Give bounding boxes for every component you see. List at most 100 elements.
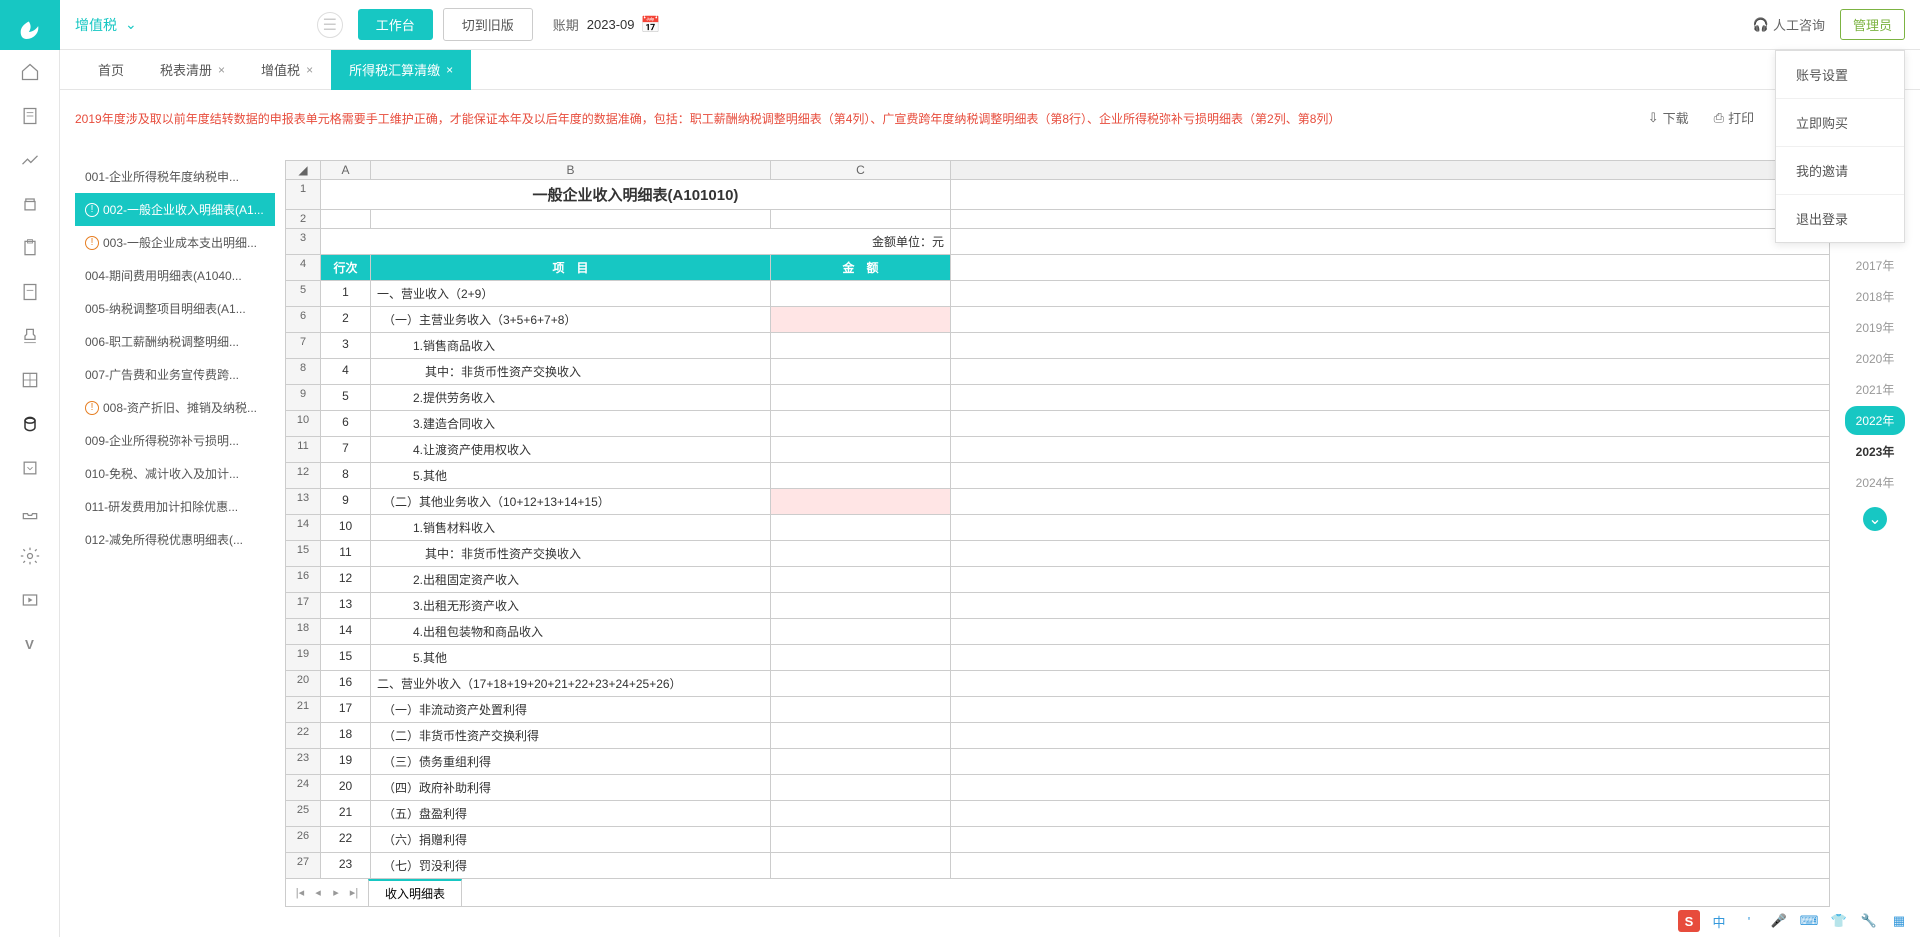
form-list-item[interactable]: 005-纳税调整项目明细表(A1... bbox=[75, 292, 275, 325]
year-item[interactable]: 2019年 bbox=[1845, 313, 1905, 342]
cell[interactable] bbox=[771, 697, 951, 722]
cell[interactable]: （一）主营业务收入（3+5+6+7+8） bbox=[371, 307, 771, 332]
cell[interactable] bbox=[771, 853, 951, 878]
col-corner[interactable]: ◢ bbox=[286, 161, 321, 179]
cell[interactable] bbox=[771, 385, 951, 410]
year-item[interactable]: 2018年 bbox=[1845, 282, 1905, 311]
cell[interactable]: 一、营业收入（2+9） bbox=[371, 281, 771, 306]
cell[interactable] bbox=[771, 619, 951, 644]
row-header[interactable]: 16 bbox=[286, 567, 321, 592]
row-header[interactable]: 22 bbox=[286, 723, 321, 748]
sheet-next-icon[interactable]: ▸ bbox=[328, 886, 344, 899]
cell[interactable]: 二、营业外收入（17+18+19+20+21+22+23+24+25+26） bbox=[371, 671, 771, 696]
row-header[interactable]: 25 bbox=[286, 801, 321, 826]
cell[interactable]: 18 bbox=[321, 723, 371, 748]
cell[interactable]: 行次 bbox=[321, 255, 371, 280]
cell[interactable]: （六）捐赠利得 bbox=[371, 827, 771, 852]
cell[interactable]: 23 bbox=[321, 853, 371, 878]
cell[interactable] bbox=[321, 210, 371, 228]
cell[interactable]: 19 bbox=[321, 749, 371, 774]
cell[interactable]: （二）非货币性资产交换利得 bbox=[371, 723, 771, 748]
sheet-last-icon[interactable]: ▸| bbox=[346, 886, 362, 899]
cell[interactable]: 4.让渡资产使用权收入 bbox=[371, 437, 771, 462]
list-icon[interactable]: ☰ bbox=[317, 12, 343, 38]
print-button[interactable]: ⎙打印 bbox=[1714, 108, 1754, 127]
year-item[interactable]: 2017年 bbox=[1845, 251, 1905, 280]
nav-v-icon[interactable]: V bbox=[0, 622, 60, 666]
row-header[interactable]: 11 bbox=[286, 437, 321, 462]
form-list-item[interactable]: 012-减免所得税优惠明细表(... bbox=[75, 523, 275, 556]
year-expand-icon[interactable]: ⌄ bbox=[1863, 507, 1887, 531]
row-header[interactable]: 9 bbox=[286, 385, 321, 410]
cell[interactable] bbox=[771, 671, 951, 696]
cell[interactable]: 11 bbox=[321, 541, 371, 566]
cell[interactable] bbox=[771, 749, 951, 774]
cell[interactable]: 2.提供劳务收入 bbox=[371, 385, 771, 410]
cell[interactable] bbox=[771, 307, 951, 332]
tab-tax-list[interactable]: 税表清册× bbox=[142, 50, 243, 90]
cell[interactable]: 3.建造合同收入 bbox=[371, 411, 771, 436]
year-item[interactable]: 2022年 bbox=[1845, 406, 1905, 435]
cell[interactable] bbox=[771, 645, 951, 670]
nav-settings-icon[interactable] bbox=[0, 534, 60, 578]
cell[interactable]: 3.出租无形资产收入 bbox=[371, 593, 771, 618]
cell[interactable]: （四）政府补助利得 bbox=[371, 775, 771, 800]
cell[interactable]: 6 bbox=[321, 411, 371, 436]
close-icon[interactable]: × bbox=[218, 63, 225, 77]
col-header-a[interactable]: A bbox=[321, 161, 371, 179]
cell[interactable] bbox=[771, 489, 951, 514]
form-list-item[interactable]: 011-研发费用加计扣除优惠... bbox=[75, 490, 275, 523]
nav-video-icon[interactable] bbox=[0, 578, 60, 622]
tab-income-tax[interactable]: 所得税汇算清缴× bbox=[331, 50, 471, 90]
cell[interactable]: 2.出租固定资产收入 bbox=[371, 567, 771, 592]
cell[interactable]: 13 bbox=[321, 593, 371, 618]
row-header[interactable]: 17 bbox=[286, 593, 321, 618]
cell[interactable] bbox=[771, 411, 951, 436]
period-value[interactable]: 2023-09 bbox=[587, 17, 635, 32]
year-item[interactable]: 2020年 bbox=[1845, 344, 1905, 373]
nav-doc-icon[interactable] bbox=[0, 94, 60, 138]
cell[interactable]: 1.销售材料收入 bbox=[371, 515, 771, 540]
cell[interactable]: 10 bbox=[321, 515, 371, 540]
cell[interactable]: 其中：非货币性资产交换收入 bbox=[371, 359, 771, 384]
sheet-body[interactable]: 1一般企业收入明细表(A101010)23金额单位：元4行次项 目金 额51一、… bbox=[286, 180, 1829, 878]
sheet-tab[interactable]: 收入明细表 bbox=[368, 879, 462, 906]
row-header[interactable]: 4 bbox=[286, 255, 321, 280]
row-header[interactable]: 14 bbox=[286, 515, 321, 540]
row-header[interactable]: 7 bbox=[286, 333, 321, 358]
workspace-button[interactable]: 工作台 bbox=[358, 9, 433, 40]
cell[interactable]: （三）债务重组利得 bbox=[371, 749, 771, 774]
admin-menu-item[interactable]: 我的邀请 bbox=[1776, 147, 1904, 195]
cell[interactable]: 17 bbox=[321, 697, 371, 722]
ime-skin-icon[interactable]: 👕 bbox=[1828, 910, 1850, 932]
row-header[interactable]: 2 bbox=[286, 210, 321, 228]
row-header[interactable]: 3 bbox=[286, 229, 321, 254]
cell[interactable]: 4.出租包装物和商品收入 bbox=[371, 619, 771, 644]
form-list-item[interactable]: 007-广告费和业务宣传费跨... bbox=[75, 358, 275, 391]
col-header-b[interactable]: B bbox=[371, 161, 771, 179]
form-list-item[interactable]: 004-期间费用明细表(A1040... bbox=[75, 259, 275, 292]
row-header[interactable]: 1 bbox=[286, 180, 321, 209]
row-header[interactable]: 15 bbox=[286, 541, 321, 566]
year-item[interactable]: 2021年 bbox=[1845, 375, 1905, 404]
row-header[interactable]: 24 bbox=[286, 775, 321, 800]
ime-tool-icon[interactable]: 🔧 bbox=[1858, 910, 1880, 932]
form-list-item[interactable]: !008-资产折旧、摊销及纳税... bbox=[75, 391, 275, 424]
row-header[interactable]: 5 bbox=[286, 281, 321, 306]
nav-calc-icon[interactable] bbox=[0, 270, 60, 314]
row-header[interactable]: 12 bbox=[286, 463, 321, 488]
cell[interactable]: 12 bbox=[321, 567, 371, 592]
cell[interactable]: 8 bbox=[321, 463, 371, 488]
app-logo[interactable] bbox=[0, 0, 60, 50]
nav-stamp-icon[interactable] bbox=[0, 314, 60, 358]
cell[interactable] bbox=[771, 801, 951, 826]
admin-button[interactable]: 管理员 bbox=[1840, 9, 1905, 40]
cell[interactable]: 14 bbox=[321, 619, 371, 644]
admin-menu-item[interactable]: 立即购买 bbox=[1776, 99, 1904, 147]
admin-menu-item[interactable]: 账号设置 bbox=[1776, 51, 1904, 99]
cell[interactable]: （五）盘盈利得 bbox=[371, 801, 771, 826]
year-item[interactable]: 2023年 bbox=[1845, 437, 1905, 466]
calendar-icon[interactable]: 📅 bbox=[641, 15, 661, 35]
cell[interactable] bbox=[771, 463, 951, 488]
row-header[interactable]: 23 bbox=[286, 749, 321, 774]
